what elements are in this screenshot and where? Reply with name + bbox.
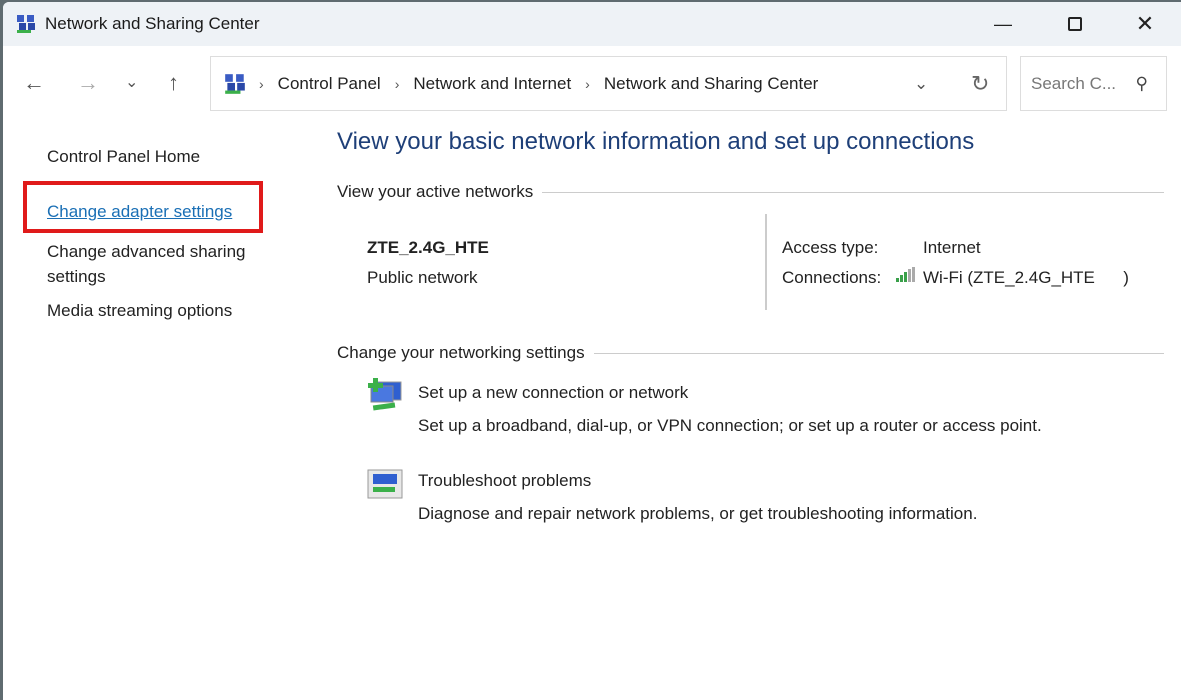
troubleshoot-link[interactable]: Troubleshoot problems — [418, 471, 591, 491]
search-icon: ⚲ — [1135, 73, 1148, 93]
window-title: Network and Sharing Center — [45, 14, 260, 33]
search-placeholder: Search C... — [1031, 73, 1117, 93]
sidebar-item-change-adapter-settings[interactable]: Change adapter settings — [47, 202, 232, 222]
close-button[interactable]: ✕ — [1115, 2, 1175, 46]
troubleshoot-desc: Diagnose and repair network problems, or… — [418, 504, 978, 523]
network-app-icon — [17, 15, 35, 33]
window: Network and Sharing Center — ✕ ← → ⌄ ↑ ›… — [3, 2, 1181, 700]
network-location-icon — [225, 73, 245, 94]
sidebar-item-change-advanced-sharing[interactable]: Change advanced sharing settings — [47, 239, 267, 289]
active-networks-header: View your active networks — [337, 182, 1164, 202]
section-label: Change your networking settings — [337, 343, 585, 362]
network-type[interactable]: Public network — [367, 268, 478, 288]
breadcrumb-item[interactable]: Control Panel — [278, 74, 381, 94]
recent-dropdown-button[interactable]: ⌄ — [125, 72, 138, 92]
page-title: View your basic network information and … — [337, 128, 975, 155]
forward-button[interactable]: → — [77, 70, 99, 96]
chevron-right-icon: › — [259, 75, 264, 92]
wifi-signal-icon — [896, 267, 915, 282]
wifi-connection-link[interactable]: Wi-Fi (ZTE_2.4G_HTE ) — [923, 268, 1129, 288]
title-bar: Network and Sharing Center — ✕ — [3, 2, 1181, 46]
access-type-label: Access type: — [782, 238, 879, 257]
sidebar-item-control-panel-home[interactable]: Control Panel Home — [47, 147, 200, 167]
divider — [765, 214, 767, 310]
maximize-button[interactable] — [1045, 2, 1105, 46]
network-name: ZTE_2.4G_HTE — [367, 238, 489, 257]
new-connection-icon — [368, 378, 402, 411]
chevron-right-icon: › — [585, 75, 590, 92]
sidebar-item-media-streaming[interactable]: Media streaming options — [47, 301, 232, 321]
search-input[interactable]: Search C... ⚲ — [1020, 56, 1167, 111]
address-dropdown-icon[interactable]: ⌄ — [914, 74, 928, 94]
breadcrumb-item[interactable]: Network and Internet — [413, 74, 571, 94]
access-type-value: Internet — [923, 238, 981, 257]
connections-label: Connections: — [782, 268, 882, 287]
setup-connection-desc: Set up a broadband, dial-up, or VPN conn… — [418, 416, 1042, 435]
setup-connection-link[interactable]: Set up a new connection or network — [418, 383, 688, 403]
change-settings-header: Change your networking settings — [337, 343, 1164, 363]
chevron-right-icon: › — [394, 75, 400, 92]
back-button[interactable]: ← — [23, 70, 45, 96]
refresh-icon[interactable]: ↻ — [971, 71, 989, 97]
breadcrumb-item[interactable]: Network and Sharing Center — [604, 74, 819, 94]
section-label: View your active networks — [337, 182, 534, 201]
troubleshoot-icon — [367, 469, 403, 499]
up-button[interactable]: ↑ — [168, 70, 179, 96]
minimize-button[interactable]: — — [973, 2, 1033, 46]
address-bar[interactable]: › Control Panel › Network and Internet ›… — [210, 56, 1007, 111]
